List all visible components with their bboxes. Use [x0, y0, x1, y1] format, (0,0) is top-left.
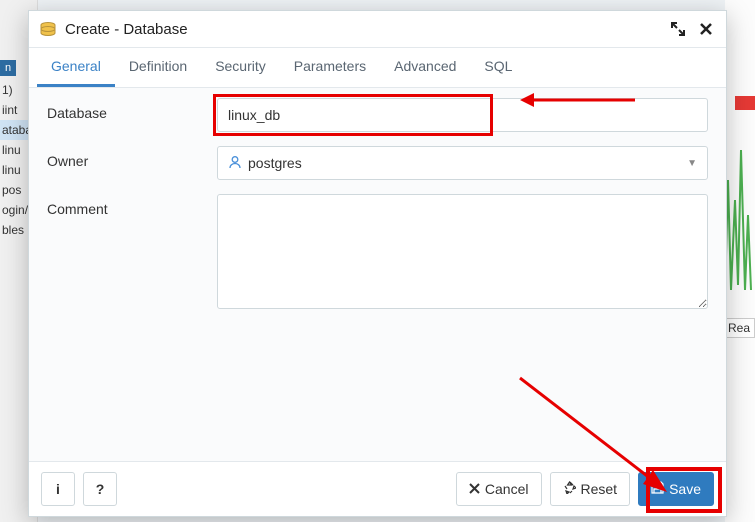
save-label: Save	[669, 481, 701, 497]
comment-label: Comment	[47, 194, 207, 217]
dialog-title: Create - Database	[65, 21, 660, 38]
dialog-footer: i ? Cancel Reset Save	[29, 461, 726, 516]
info-icon: i	[56, 481, 60, 497]
tab-general[interactable]: General	[37, 48, 115, 87]
comment-row: Comment	[47, 194, 708, 312]
tab-security[interactable]: Security	[201, 48, 280, 87]
cancel-label: Cancel	[485, 481, 529, 497]
owner-value: postgres	[248, 155, 302, 171]
database-icon	[39, 22, 57, 36]
chevron-down-icon: ▼	[687, 158, 697, 169]
close-button[interactable]	[696, 19, 716, 39]
close-icon	[469, 481, 480, 497]
reset-button[interactable]: Reset	[550, 472, 631, 506]
user-icon	[228, 155, 242, 172]
reset-label: Reset	[581, 481, 618, 497]
owner-select[interactable]: postgres ▼	[217, 146, 708, 180]
save-icon	[651, 481, 664, 497]
tab-bar: General Definition Security Parameters A…	[29, 48, 726, 88]
database-row: Database	[47, 98, 708, 132]
tab-sql[interactable]: SQL	[470, 48, 526, 87]
help-button[interactable]: ?	[83, 472, 117, 506]
comment-textarea[interactable]	[217, 194, 708, 309]
tab-definition[interactable]: Definition	[115, 48, 201, 87]
tab-advanced[interactable]: Advanced	[380, 48, 470, 87]
save-button[interactable]: Save	[638, 472, 714, 506]
dialog-header: Create - Database	[29, 11, 726, 48]
help-icon: ?	[96, 481, 105, 497]
info-button[interactable]: i	[41, 472, 75, 506]
owner-label: Owner	[47, 146, 207, 169]
database-label: Database	[47, 98, 207, 121]
recycle-icon	[563, 481, 576, 497]
obscured-bar	[735, 96, 755, 110]
create-database-dialog: Create - Database General Definition Sec…	[28, 10, 727, 517]
owner-row: Owner postgres ▼	[47, 146, 708, 180]
cancel-button[interactable]: Cancel	[456, 472, 542, 506]
obscured-chart-area	[725, 0, 755, 522]
tab-parameters[interactable]: Parameters	[280, 48, 380, 87]
form-body: Database Owner postgres ▼ Comment	[29, 88, 726, 461]
database-input[interactable]	[217, 98, 708, 132]
maximize-button[interactable]	[668, 19, 688, 39]
